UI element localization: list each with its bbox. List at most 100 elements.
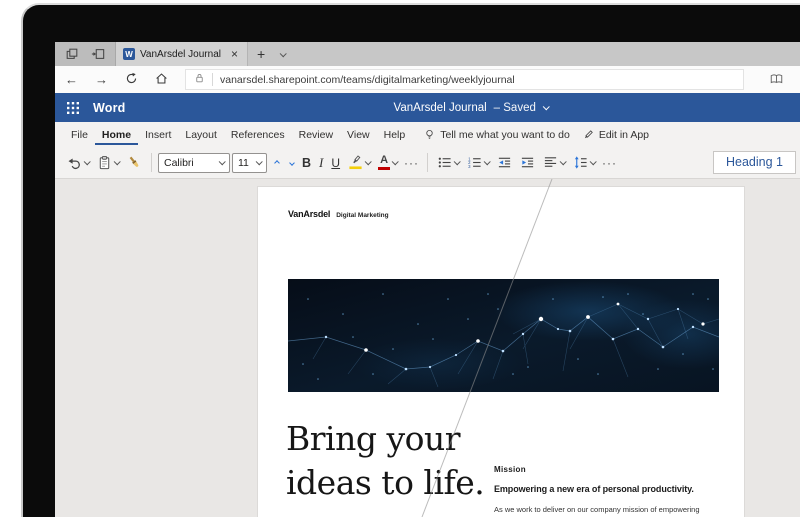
- menu-help[interactable]: Help: [377, 124, 413, 145]
- bullets-chevron-icon: [453, 158, 461, 166]
- undo-button[interactable]: [64, 153, 92, 172]
- tab-title: VanArsdel Journal: [140, 48, 221, 60]
- line-spacing-button[interactable]: [570, 153, 598, 172]
- toolbar-divider: [427, 153, 429, 172]
- menu-insert[interactable]: Insert: [138, 124, 178, 145]
- mission-body: As we work to deliver on our company mis…: [494, 505, 700, 514]
- lock-icon: [194, 71, 205, 89]
- shrink-font-button[interactable]: [284, 159, 297, 167]
- underline-button[interactable]: U: [328, 154, 343, 172]
- decrease-indent-icon: [498, 157, 511, 168]
- address-bar[interactable]: vanarsdel.sharepoint.com/teams/digitalma…: [185, 69, 744, 90]
- word-file-icon: W: [123, 48, 135, 60]
- italic-button[interactable]: I: [316, 153, 326, 173]
- set-tabs-aside-icon[interactable]: [85, 42, 111, 66]
- line-spacing-icon: [574, 156, 587, 169]
- tell-me-button[interactable]: Tell me what you want to do: [424, 128, 570, 141]
- menu-home[interactable]: Home: [94, 124, 139, 145]
- menu-layout[interactable]: Layout: [178, 124, 224, 145]
- home-button[interactable]: [155, 72, 168, 87]
- decrease-indent-button[interactable]: [494, 153, 515, 172]
- tab-actions-group: [55, 42, 116, 66]
- url-text: vanarsdel.sharepoint.com/teams/digitalma…: [220, 73, 515, 86]
- style-gallery-heading1[interactable]: Heading 1: [713, 151, 796, 174]
- numbering-chevron-icon: [483, 158, 491, 166]
- app-launcher-waffle-icon[interactable]: [66, 101, 80, 115]
- font-size-value: 11: [238, 156, 249, 169]
- formatting-toolbar: Calibri 11 B I U A ··· 1 2 3 ··· Heading…: [55, 147, 800, 179]
- font-name-combobox[interactable]: Calibri: [158, 152, 230, 173]
- forward-button[interactable]: →: [95, 73, 108, 86]
- alignment-button[interactable]: [540, 153, 568, 172]
- menu-file[interactable]: File: [64, 124, 95, 145]
- font-color-chevron-icon: [391, 158, 399, 166]
- alignment-chevron-icon: [559, 158, 567, 166]
- font-color-button[interactable]: A: [375, 153, 400, 172]
- font-size-combobox[interactable]: 11: [232, 152, 267, 173]
- menu-references[interactable]: References: [224, 124, 292, 145]
- numbered-list-icon: 123: [468, 156, 481, 169]
- paste-icon: [99, 155, 110, 170]
- numbering-button[interactable]: 123: [464, 153, 492, 172]
- more-paragraph-options-button[interactable]: ···: [599, 156, 620, 170]
- browser-nav-bar: ← → vanarsdel.sharepoint.com/teams/digit…: [55, 66, 800, 93]
- svg-text:3: 3: [468, 164, 471, 169]
- bullet-list-icon: [438, 157, 451, 168]
- font-size-chevron-icon: [255, 158, 263, 166]
- document-title: VanArsdel Journal: [393, 101, 487, 114]
- tell-me-label: Tell me what you want to do: [440, 128, 570, 141]
- headline-line-2: ideas to life.: [286, 463, 485, 502]
- headline-line-1: Bring your: [286, 419, 461, 458]
- undo-icon: [68, 158, 80, 170]
- menu-review[interactable]: Review: [292, 124, 340, 145]
- line-spacing-chevron-icon: [589, 158, 597, 166]
- monitor-bezel: W VanArsdel Journal × + ← → vanarsdel.sh…: [21, 3, 800, 517]
- align-icon: [544, 157, 557, 167]
- mission-heading: Empowering a new era of personal product…: [494, 484, 694, 494]
- undo-chevron-icon: [83, 158, 91, 166]
- word-app-header: Word VanArsdel Journal – Saved: [55, 93, 800, 122]
- highlight-button[interactable]: [345, 153, 373, 172]
- new-tab-button[interactable]: +: [248, 42, 274, 66]
- mission-label: Mission: [494, 465, 526, 474]
- toolbar-divider: [151, 153, 152, 172]
- font-color-icon: A: [378, 155, 391, 170]
- increase-indent-button[interactable]: [517, 153, 538, 172]
- font-name-value: Calibri: [164, 156, 194, 169]
- document-title-group[interactable]: VanArsdel Journal – Saved: [393, 101, 550, 114]
- tab-close-icon[interactable]: ×: [229, 47, 240, 61]
- menu-view[interactable]: View: [340, 124, 377, 145]
- back-button[interactable]: ←: [65, 73, 78, 86]
- bullets-button[interactable]: [434, 153, 462, 172]
- grow-font-button[interactable]: [269, 159, 282, 167]
- refresh-button[interactable]: [125, 72, 138, 87]
- increase-indent-icon: [521, 157, 534, 168]
- tabs-set-aside-list-icon[interactable]: [59, 42, 85, 66]
- paste-button[interactable]: [94, 153, 122, 172]
- lightbulb-icon: [426, 129, 433, 139]
- format-painter-icon: [129, 156, 139, 167]
- browser-tab-bar: W VanArsdel Journal × +: [55, 42, 800, 66]
- document-canvas-area: VanArsdel Digital Marketing Bring your i…: [55, 179, 800, 517]
- reading-view-icon[interactable]: [769, 72, 784, 91]
- italic-icon: I: [319, 154, 324, 170]
- tab-preview-chevron-icon[interactable]: [274, 42, 291, 66]
- more-font-options-button[interactable]: ···: [401, 156, 422, 170]
- bold-button[interactable]: B: [299, 154, 314, 172]
- mission-section: Mission Empowering a new era of personal…: [494, 465, 724, 514]
- document-logo: VanArsdel Digital Marketing: [288, 209, 389, 219]
- logo-text: VanArsdel: [288, 209, 331, 219]
- pencil-icon: [584, 129, 593, 138]
- screen: W VanArsdel Journal × + ← → vanarsdel.sh…: [55, 42, 800, 517]
- browser-tab[interactable]: W VanArsdel Journal ×: [116, 42, 248, 66]
- highlight-chevron-icon: [364, 158, 372, 166]
- banner-image: [288, 279, 719, 392]
- edit-in-app-label: Edit in App: [598, 128, 650, 141]
- document-page[interactable]: VanArsdel Digital Marketing Bring your i…: [257, 186, 745, 517]
- edit-in-app-button[interactable]: Edit in App: [582, 129, 649, 141]
- highlighter-icon: [349, 155, 362, 170]
- address-divider: [212, 73, 213, 86]
- font-name-chevron-icon: [218, 158, 226, 166]
- app-name: Word: [93, 100, 126, 115]
- format-painter-button[interactable]: [124, 153, 145, 172]
